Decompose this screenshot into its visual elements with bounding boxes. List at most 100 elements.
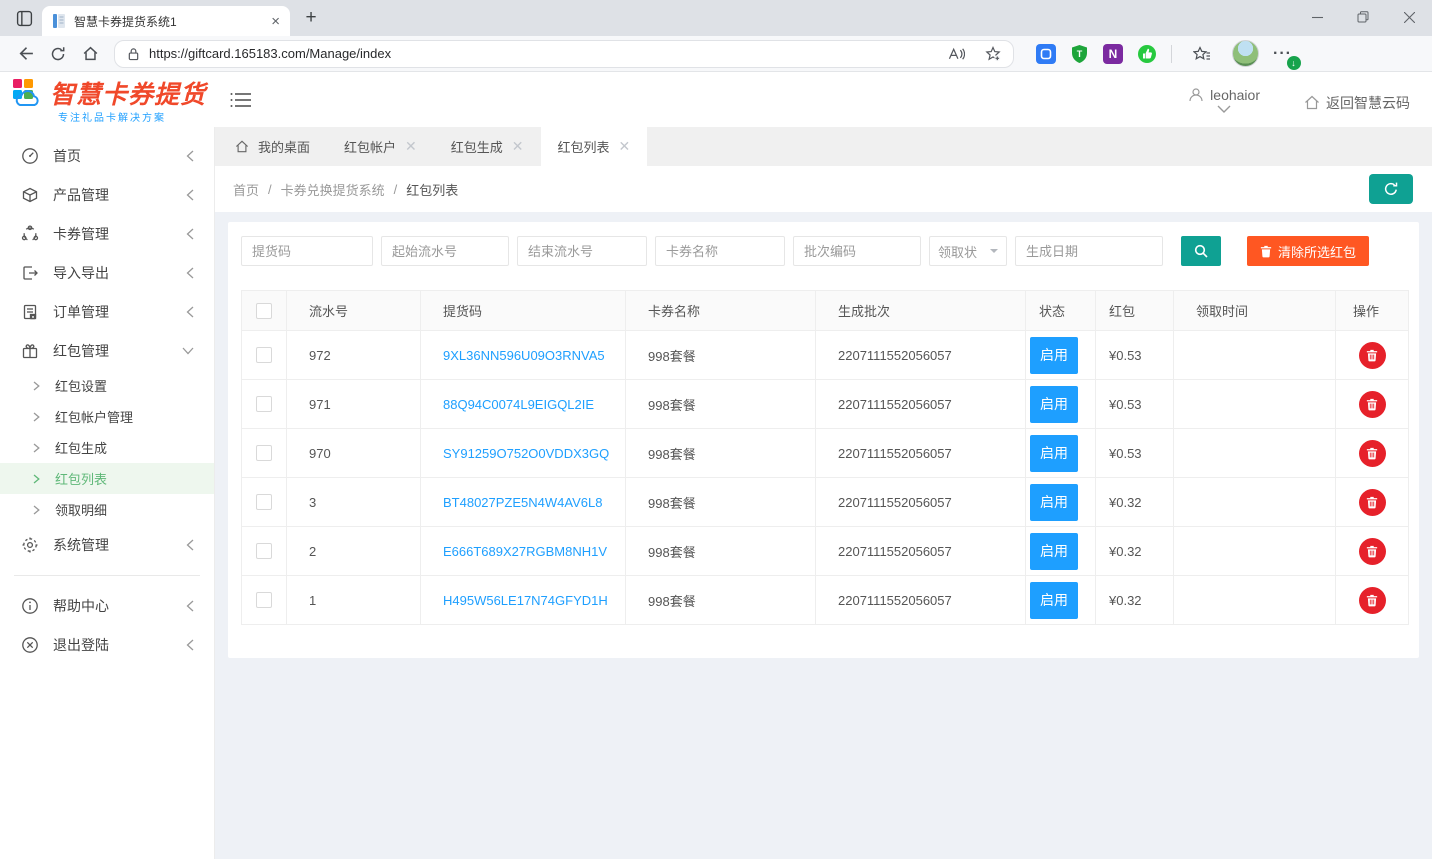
tab-my-desktop[interactable]: 我的桌面 bbox=[218, 127, 327, 166]
tab-close-icon[interactable]: ✕ bbox=[619, 138, 631, 155]
sidebar-item-home[interactable]: 首页 bbox=[0, 136, 214, 175]
sidebar-subitem-redpacket-list[interactable]: 红包列表 bbox=[0, 463, 214, 494]
status-enable-button[interactable]: 启用 bbox=[1030, 582, 1078, 619]
extension-onenote-icon[interactable]: N bbox=[1103, 44, 1123, 64]
cell-serial: 972 bbox=[287, 331, 421, 380]
trash-icon bbox=[1366, 594, 1378, 607]
filter-bar: 领取状 清除所选红包 bbox=[241, 236, 1406, 266]
address-bar[interactable]: https://giftcard.165183.com/Manage/index bbox=[114, 40, 1014, 68]
return-cloud-link[interactable]: 返回智慧云码 bbox=[1304, 93, 1410, 113]
favorites-bar-icon[interactable] bbox=[1186, 39, 1218, 69]
logo-mark-icon bbox=[12, 78, 46, 108]
profile-avatar[interactable] bbox=[1232, 40, 1259, 67]
refresh-button[interactable] bbox=[1369, 174, 1413, 204]
pickup-code-link[interactable]: SY91259O752O0VDDX3GQ bbox=[443, 446, 609, 461]
claim-status-select[interactable]: 领取状 bbox=[929, 236, 1007, 266]
url-text: https://giftcard.165183.com/Manage/index bbox=[149, 46, 933, 61]
breadcrumb-separator: / bbox=[268, 182, 272, 197]
sidebar-item-orders[interactable]: 订单管理 bbox=[0, 292, 214, 331]
sidebar-item-logout[interactable]: 退出登陆 bbox=[0, 625, 214, 664]
start-serial-input[interactable] bbox=[381, 236, 509, 266]
delete-button[interactable] bbox=[1359, 587, 1386, 614]
sidebar-item-redpacket[interactable]: 红包管理 bbox=[0, 331, 214, 370]
row-checkbox[interactable] bbox=[256, 592, 272, 608]
extension-thumb-icon[interactable] bbox=[1137, 44, 1157, 64]
end-serial-input[interactable] bbox=[517, 236, 647, 266]
claim-status-label: 领取状 bbox=[938, 242, 977, 261]
pickup-code-input[interactable] bbox=[241, 236, 373, 266]
chevron-left-icon bbox=[186, 150, 194, 162]
collapse-menu-icon[interactable] bbox=[230, 92, 252, 108]
delete-button[interactable] bbox=[1359, 342, 1386, 369]
sidebar-item-products[interactable]: 产品管理 bbox=[0, 175, 214, 214]
window-restore-button[interactable] bbox=[1340, 0, 1386, 34]
home-icon[interactable] bbox=[74, 39, 106, 69]
pickup-code-link[interactable]: H495W56LE17N74GFYD1H bbox=[443, 593, 608, 608]
status-enable-button[interactable]: 启用 bbox=[1030, 386, 1078, 423]
pickup-code-link[interactable]: BT48027PZE5N4W4AV6L8 bbox=[443, 495, 602, 510]
logo-title: 智慧卡券提货 bbox=[50, 75, 206, 111]
status-enable-button[interactable]: 启用 bbox=[1030, 484, 1078, 521]
tab-redpacket-account[interactable]: 红包帐户 ✕ bbox=[327, 127, 434, 166]
tab-label: 红包列表 bbox=[558, 137, 610, 156]
col-status: 状态 bbox=[1026, 291, 1096, 331]
sidebar-subitem-claim-details[interactable]: 领取明细 bbox=[0, 494, 214, 525]
sidebar-subitem-redpacket-generate[interactable]: 红包生成 bbox=[0, 432, 214, 463]
tab-redpacket-generate[interactable]: 红包生成 ✕ bbox=[434, 127, 541, 166]
window-close-button[interactable] bbox=[1386, 0, 1432, 34]
breadcrumb-home[interactable]: 首页 bbox=[233, 180, 259, 199]
sidebar-item-system[interactable]: 系统管理 bbox=[0, 525, 214, 564]
card-name-input[interactable] bbox=[655, 236, 785, 266]
read-aloud-icon[interactable] bbox=[942, 42, 970, 66]
clear-selected-button[interactable]: 清除所选红包 bbox=[1247, 236, 1369, 266]
new-tab-button[interactable]: + bbox=[298, 5, 324, 31]
delete-button[interactable] bbox=[1359, 538, 1386, 565]
extension-q-icon[interactable] bbox=[1036, 44, 1056, 64]
select-all-checkbox[interactable] bbox=[256, 303, 272, 319]
row-checkbox[interactable] bbox=[256, 543, 272, 559]
browser-tab[interactable]: 智慧卡券提货系统1 × bbox=[42, 6, 290, 36]
generate-date-input[interactable] bbox=[1015, 236, 1163, 266]
delete-button[interactable] bbox=[1359, 489, 1386, 516]
row-checkbox[interactable] bbox=[256, 494, 272, 510]
row-checkbox[interactable] bbox=[256, 445, 272, 461]
sidebar-subitem-label: 红包帐户管理 bbox=[55, 407, 133, 426]
browser-toolbar: https://giftcard.165183.com/Manage/index… bbox=[0, 36, 1432, 72]
reload-icon[interactable] bbox=[42, 39, 74, 69]
extension-shield-icon[interactable]: T bbox=[1070, 44, 1089, 64]
browser-tab-close-icon[interactable]: × bbox=[271, 14, 280, 29]
pickup-code-link[interactable]: 9XL36NN596U09O3RNVA5 bbox=[443, 348, 605, 363]
tab-activities-icon[interactable] bbox=[10, 4, 38, 32]
row-checkbox[interactable] bbox=[256, 396, 272, 412]
window-minimize-button[interactable] bbox=[1294, 0, 1340, 34]
batch-code-input[interactable] bbox=[793, 236, 921, 266]
tab-close-icon[interactable]: ✕ bbox=[405, 138, 417, 155]
status-enable-button[interactable]: 启用 bbox=[1030, 435, 1078, 472]
sidebar-subitem-label: 红包设置 bbox=[55, 376, 107, 395]
sidebar-subitem-redpacket-settings[interactable]: 红包设置 bbox=[0, 370, 214, 401]
pickup-code-link[interactable]: E666T689X27RGBM8NH1V bbox=[443, 544, 607, 559]
breadcrumb-system[interactable]: 卡券兑换提货系统 bbox=[281, 180, 385, 199]
tab-redpacket-list[interactable]: 红包列表 ✕ bbox=[541, 127, 648, 166]
delete-button[interactable] bbox=[1359, 391, 1386, 418]
pickup-code-link[interactable]: 88Q94C0074L9EIGQL2IE bbox=[443, 397, 594, 412]
col-batch: 生成批次 bbox=[816, 291, 1026, 331]
add-favorite-icon[interactable] bbox=[979, 42, 1007, 66]
tab-label: 红包生成 bbox=[451, 137, 503, 156]
more-menu-icon[interactable]: ···↓ bbox=[1273, 45, 1292, 63]
sidebar-item-cards[interactable]: 卡券管理 bbox=[0, 214, 214, 253]
status-enable-button[interactable]: 启用 bbox=[1030, 533, 1078, 570]
cell-batch: 2207111552056057 bbox=[816, 527, 1026, 576]
tab-close-icon[interactable]: ✕ bbox=[512, 138, 524, 155]
sidebar-subitem-redpacket-accounts[interactable]: 红包帐户管理 bbox=[0, 401, 214, 432]
delete-button[interactable] bbox=[1359, 440, 1386, 467]
search-button[interactable] bbox=[1181, 236, 1221, 266]
row-checkbox[interactable] bbox=[256, 347, 272, 363]
chevron-right-icon bbox=[33, 443, 40, 453]
sidebar-item-import-export[interactable]: 导入导出 bbox=[0, 253, 214, 292]
back-icon[interactable] bbox=[10, 39, 42, 69]
status-enable-button[interactable]: 启用 bbox=[1030, 337, 1078, 374]
sidebar-item-help[interactable]: 帮助中心 bbox=[0, 586, 214, 625]
user-menu[interactable]: leohaior bbox=[1188, 87, 1260, 113]
export-icon bbox=[21, 264, 39, 282]
